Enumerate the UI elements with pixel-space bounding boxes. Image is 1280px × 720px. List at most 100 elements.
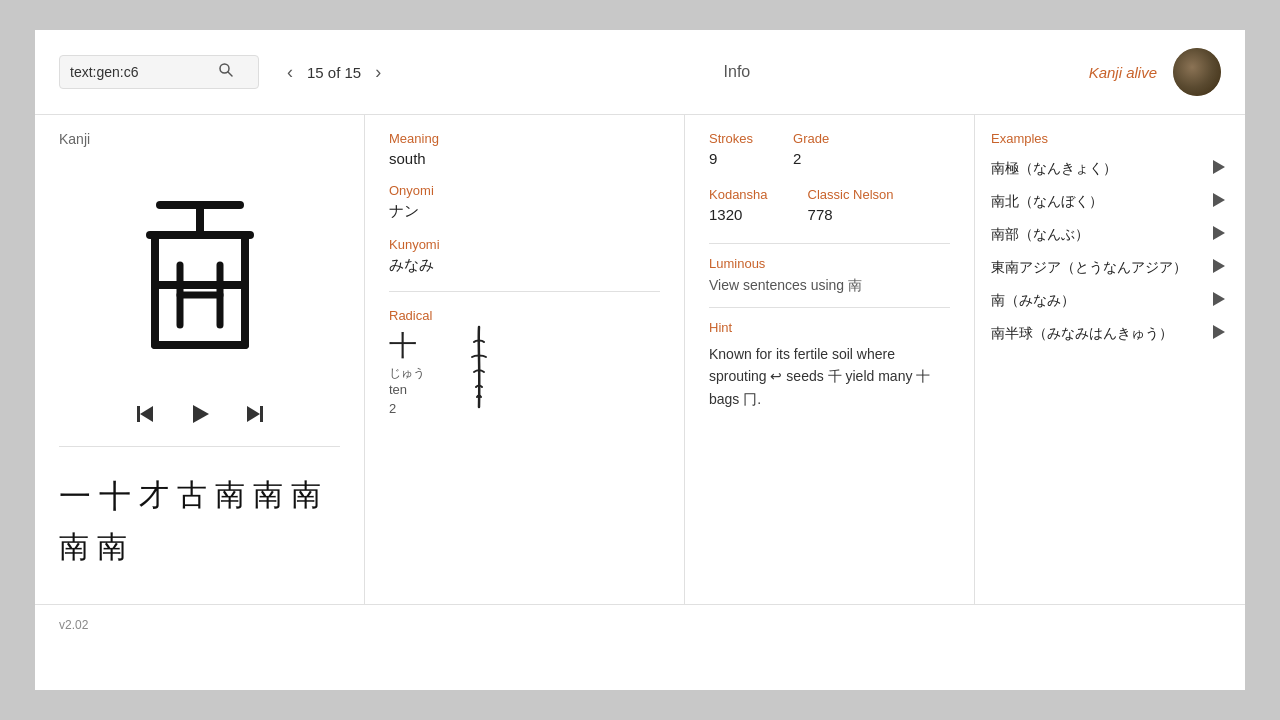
- play-button[interactable]: [189, 403, 211, 430]
- example-item-6: 南半球（みなみはんきゅう）: [991, 323, 1229, 344]
- search-button[interactable]: [218, 62, 234, 82]
- example-item-5: 南（みなみ）: [991, 290, 1229, 311]
- info-divider-1: [709, 243, 950, 244]
- radical-row: 十 じゅう ten 2: [389, 327, 660, 416]
- skip-back-button[interactable]: [135, 403, 157, 430]
- example-text-2: 南北（なんぼく）: [991, 193, 1103, 211]
- example-play-2[interactable]: [1209, 191, 1229, 212]
- radical-group: Radical 十 じゅう ten 2: [389, 308, 660, 416]
- radical-stroke-image: [449, 327, 509, 407]
- info-link[interactable]: Info: [712, 59, 763, 85]
- example-text-6: 南半球（みなみはんきゅう）: [991, 325, 1173, 343]
- classic-nelson-label: Classic Nelson: [808, 187, 894, 202]
- kodansha-col: Kodansha 1320: [709, 187, 768, 223]
- search-icon: [218, 62, 234, 78]
- meaning-label: Meaning: [389, 131, 660, 146]
- classic-nelson-col: Classic Nelson 778: [808, 187, 894, 223]
- info-panel: Strokes 9 Grade 2 Kodansha 1320 Classic …: [685, 115, 975, 604]
- kodansha-value: 1320: [709, 206, 768, 223]
- play-icon-2: [1213, 193, 1225, 207]
- strokes-grade-row: Strokes 9 Grade 2: [709, 131, 950, 167]
- left-panel: Kanji: [35, 115, 365, 604]
- kanji-alive-link[interactable]: Kanji alive: [1089, 64, 1157, 81]
- next-page-button[interactable]: ›: [371, 58, 385, 87]
- radical-char: 十: [389, 327, 417, 365]
- example-item-1: 南極（なんきょく）: [991, 158, 1229, 179]
- onyomi-group: Onyomi ナン: [389, 183, 660, 221]
- example-text-1: 南極（なんきょく）: [991, 160, 1117, 178]
- radical-name: ten: [389, 382, 407, 397]
- example-item-2: 南北（なんぼく）: [991, 191, 1229, 212]
- onyomi-value: ナン: [389, 202, 660, 221]
- kanji-character-svg: [90, 165, 310, 385]
- example-text-5: 南（みなみ）: [991, 292, 1075, 310]
- svg-marker-3: [140, 406, 153, 422]
- search-input[interactable]: [70, 64, 210, 80]
- header: ‹ 15 of 15 › Info Kanji alive: [35, 30, 1245, 115]
- radical-number: 2: [389, 401, 396, 416]
- skip-forward-icon: [243, 403, 265, 425]
- play-icon-3: [1213, 226, 1225, 240]
- grade-label: Grade: [793, 131, 829, 146]
- avatar-image: [1173, 48, 1221, 96]
- mid-divider: [389, 291, 660, 292]
- kunyomi-value: みなみ: [389, 256, 660, 275]
- avatar[interactable]: [1173, 48, 1221, 96]
- grade-value: 2: [793, 150, 829, 167]
- example-text-4: 東南アジア（とうなんアジア）: [991, 259, 1187, 277]
- prev-page-button[interactable]: ‹: [283, 58, 297, 87]
- meaning-value: south: [389, 150, 660, 167]
- kodansha-label: Kodansha: [709, 187, 768, 202]
- stroke-1: 一: [59, 475, 91, 519]
- info-divider-2: [709, 307, 950, 308]
- example-play-6[interactable]: [1209, 323, 1229, 344]
- main-content: Kanji: [35, 115, 1245, 604]
- example-play-1[interactable]: [1209, 158, 1229, 179]
- left-divider: [59, 446, 340, 447]
- play-icon-6: [1213, 325, 1225, 339]
- grade-col: Grade 2: [793, 131, 829, 167]
- svg-marker-4: [193, 405, 209, 423]
- example-play-5[interactable]: [1209, 290, 1229, 311]
- stroke-9: 南: [97, 527, 127, 568]
- stroke-6: 南: [253, 475, 283, 519]
- play-icon-1: [1213, 160, 1225, 174]
- play-icon: [189, 403, 211, 425]
- playback-controls: [59, 403, 340, 430]
- footer: v2.02: [35, 604, 1245, 643]
- examples-panel: Examples 南極（なんきょく） 南北（なんぼく） 南部（なんぶ） 東南アジ…: [975, 115, 1245, 604]
- kanji-display: [59, 155, 340, 395]
- skip-forward-button[interactable]: [243, 403, 265, 430]
- stroke-7: 南: [291, 475, 321, 519]
- example-play-4[interactable]: [1209, 257, 1229, 278]
- page-indicator: 15 of 15: [307, 64, 361, 81]
- radical-info: 十 じゅう ten 2: [389, 327, 425, 416]
- onyomi-label: Onyomi: [389, 183, 660, 198]
- strokes-label: Strokes: [709, 131, 753, 146]
- middle-panel: Meaning south Onyomi ナン Kunyomi みなみ Radi…: [365, 115, 685, 604]
- nav-controls: ‹ 15 of 15 ›: [283, 58, 385, 87]
- meaning-group: Meaning south: [389, 131, 660, 167]
- example-text-3: 南部（なんぶ）: [991, 226, 1089, 244]
- radical-label: Radical: [389, 308, 660, 323]
- play-icon-5: [1213, 292, 1225, 306]
- view-sentences-link[interactable]: View sentences using 南: [709, 277, 950, 295]
- skip-back-icon: [135, 403, 157, 425]
- example-item-3: 南部（なんぶ）: [991, 224, 1229, 245]
- svg-rect-2: [137, 406, 140, 422]
- strokes-value: 9: [709, 150, 753, 167]
- svg-rect-5: [260, 406, 263, 422]
- svg-marker-6: [247, 406, 260, 422]
- app-window: ‹ 15 of 15 › Info Kanji alive Kanji: [35, 30, 1245, 690]
- version-text: v2.02: [59, 618, 88, 632]
- stroke-8: 南: [59, 527, 89, 568]
- radical-reading: じゅう: [389, 365, 425, 382]
- kunyomi-label: Kunyomi: [389, 237, 660, 252]
- radical-stroke-svg: [452, 322, 507, 412]
- search-bar: [59, 55, 259, 89]
- stroke-4: 古: [177, 475, 207, 519]
- luminous-label[interactable]: Luminous: [709, 256, 950, 271]
- classic-nelson-value: 778: [808, 206, 894, 223]
- example-play-3[interactable]: [1209, 224, 1229, 245]
- examples-label: Examples: [991, 131, 1229, 146]
